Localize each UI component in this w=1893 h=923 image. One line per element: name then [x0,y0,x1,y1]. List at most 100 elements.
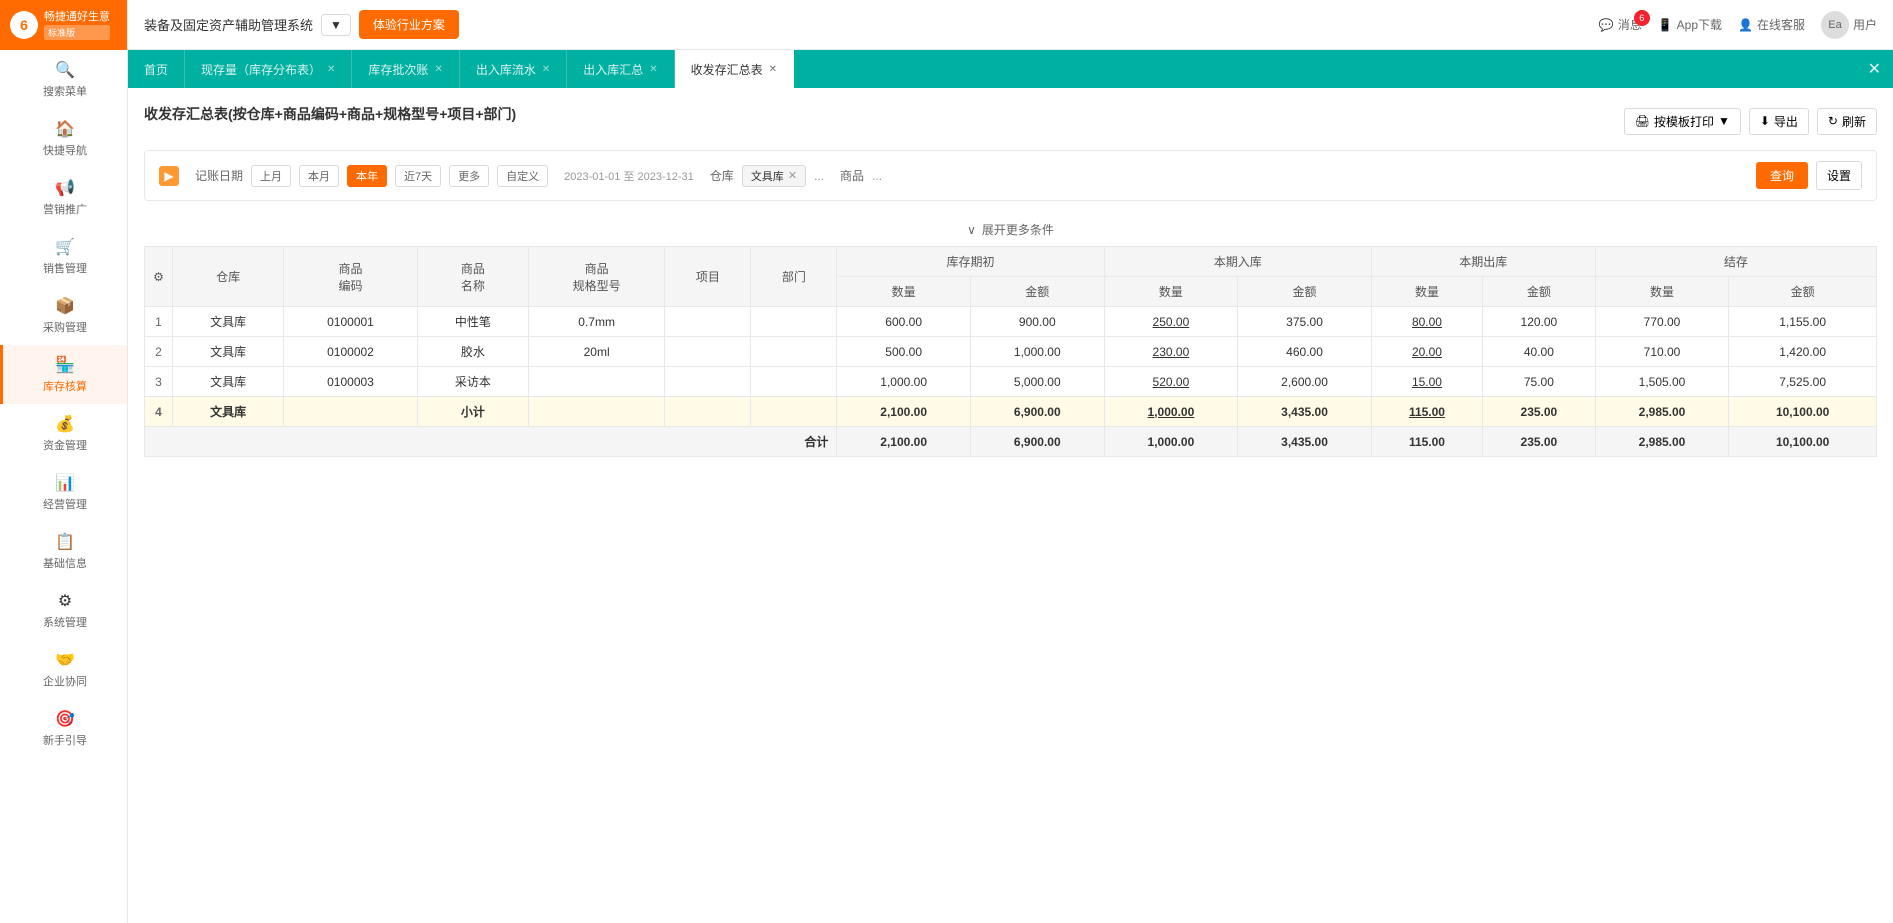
sidebar-item-marketing[interactable]: 📢 营销推广 [0,168,127,227]
export-btn[interactable]: ⬇ 导出 [1749,108,1809,135]
th-opening: 库存期初 [837,247,1104,277]
total-out-qty: 115.00 [1371,427,1482,457]
tab-inout-flow-close[interactable]: ✕ [542,64,550,75]
expand-label: 展开更多条件 [982,221,1054,238]
goods-dots[interactable]: ... [872,169,882,183]
user-action[interactable]: Ea 用户 [1821,11,1877,39]
filter-collapse-btn[interactable]: ▶ [159,166,179,186]
custom-btn[interactable]: 自定义 [497,165,548,187]
settings-btn[interactable]: 设置 [1816,161,1862,190]
tab-batch-close[interactable]: ✕ [434,64,442,75]
row-opening-qty: 1,000.00 [837,367,971,397]
tab-inventory-close[interactable]: ✕ [327,64,335,75]
tab-batch[interactable]: 库存批次账 ✕ [352,50,459,88]
tab-inout-summary-close[interactable]: ✕ [649,64,657,75]
avatar: Ea [1821,11,1849,39]
export-label: 导出 [1774,113,1798,130]
row-balance-qty: 770.00 [1595,307,1729,337]
row-goods-code: 0100002 [284,337,418,367]
row-out-qty[interactable]: 80.00 [1371,307,1482,337]
row-opening-amount: 900.00 [970,307,1104,337]
sidebar-item-sales[interactable]: 🛒 销售管理 [0,227,127,286]
tab-receipt-summary[interactable]: 收发存汇总表 ✕ [675,50,794,88]
th-opening-amount: 金额 [970,277,1104,307]
row-in-qty[interactable]: 250.00 [1104,307,1238,337]
th-balance-amount: 金额 [1729,277,1877,307]
user-label: 用户 [1853,16,1877,33]
warehouse-tag: 文具库 ✕ [742,165,806,187]
this-year-btn[interactable]: 本年 [347,165,387,187]
online-service-action[interactable]: 👤 在线客服 [1738,16,1805,33]
query-btn[interactable]: 查询 [1756,162,1808,189]
inventory-icon: 🏪 [55,355,75,375]
row-in-amount: 2,600.00 [1238,367,1372,397]
tab-home[interactable]: 首页 [128,50,185,88]
th-balance: 结存 [1595,247,1876,277]
sidebar-item-search[interactable]: 🔍 搜索菜单 [0,50,127,109]
last7-btn[interactable]: 近7天 [395,165,441,187]
sidebar-item-operation[interactable]: 📊 经营管理 [0,463,127,522]
th-settings[interactable]: ⚙ [145,247,173,307]
content-area: 收发存汇总表(按仓库+商品编码+商品+规格型号+项目+部门) 🖨 按模板打印 ▼… [128,88,1893,923]
sidebar-item-system[interactable]: ⚙ 系统管理 [0,581,127,640]
row-balance-qty: 1,505.00 [1595,367,1729,397]
sidebar-item-quick-nav[interactable]: 🏠 快捷导航 [0,109,127,168]
warehouse-filter-label: 仓库 [710,167,734,184]
row-in-qty[interactable]: 230.00 [1104,337,1238,367]
total-row: 合计 2,100.00 6,900.00 1,000.00 3,435.00 1… [145,427,1877,457]
last-month-btn[interactable]: 上月 [251,165,291,187]
tab-inventory[interactable]: 现存量（库存分布表） ✕ [185,50,352,88]
sidebar-item-inventory[interactable]: 🏪 库存核算 [0,345,127,404]
row-opening-qty: 500.00 [837,337,971,367]
sidebar-logo[interactable]: 6 畅捷通好生意 标准版 [0,0,127,50]
sidebar-item-label: 经营管理 [43,496,87,512]
subtotal-goods-code [284,397,418,427]
sidebar-item-enterprise[interactable]: 🤝 企业协同 [0,640,127,699]
tab-home-label: 首页 [144,61,168,78]
tab-receipt-summary-label: 收发存汇总表 [691,61,763,78]
total-balance-qty: 2,985.00 [1595,427,1729,457]
row-department [751,337,837,367]
th-in-amount: 金额 [1238,277,1372,307]
subtotal-out-qty[interactable]: 115.00 [1371,397,1482,427]
sidebar-item-finance[interactable]: 💰 资金管理 [0,404,127,463]
tab-inout-summary[interactable]: 出入库汇总 ✕ [567,50,674,88]
th-out-qty: 数量 [1371,277,1482,307]
row-in-qty[interactable]: 520.00 [1104,367,1238,397]
operation-icon: 📊 [55,473,75,493]
system-dropdown[interactable]: ▼ [321,14,351,36]
home-icon: 🏠 [55,119,75,139]
tabs-close-all[interactable]: ✕ [1856,59,1893,79]
tab-inout-flow[interactable]: 出入库流水 ✕ [460,50,567,88]
expand-more-row[interactable]: ∨ 展开更多条件 [144,213,1877,246]
tab-receipt-summary-close[interactable]: ✕ [769,64,777,75]
purchase-icon: 📦 [55,296,75,316]
app-download-action[interactable]: 📱 App下载 [1658,16,1722,33]
row-out-amount: 40.00 [1483,337,1596,367]
refresh-btn[interactable]: ↻ 刷新 [1817,108,1877,135]
th-in-qty: 数量 [1104,277,1238,307]
warehouse-dots[interactable]: ... [814,169,824,183]
sidebar-item-label: 资金管理 [43,437,87,453]
row-out-qty[interactable]: 20.00 [1371,337,1482,367]
th-goods-spec: 商品规格型号 [528,247,664,307]
sidebar-item-label: 营销推广 [43,201,87,217]
tab-batch-label: 库存批次账 [368,61,428,78]
export-icon: ⬇ [1760,114,1770,128]
date-filter-section: 记账日期 上月 本月 本年 近7天 更多 自定义 [195,165,548,187]
row-out-qty[interactable]: 15.00 [1371,367,1482,397]
sidebar-item-purchase[interactable]: 📦 采购管理 [0,286,127,345]
subtotal-in-qty[interactable]: 1,000.00 [1104,397,1238,427]
row-goods-name: 胶水 [417,337,528,367]
warehouse-tag-close[interactable]: ✕ [788,169,797,182]
messages-action[interactable]: 💬 消息 6 [1599,16,1642,33]
sidebar-item-guide[interactable]: 🎯 新手引导 [0,699,127,758]
experience-btn[interactable]: 体验行业方案 [359,10,459,39]
row-balance-amount: 1,420.00 [1729,337,1877,367]
row-opening-qty: 600.00 [837,307,971,337]
print-btn[interactable]: 🖨 按模板打印 ▼ [1624,108,1741,135]
this-month-btn[interactable]: 本月 [299,165,339,187]
more-btn[interactable]: 更多 [449,165,489,187]
sidebar-item-basic[interactable]: 📋 基础信息 [0,522,127,581]
top-bar: 装备及固定资产辅助管理系统 ▼ 体验行业方案 💬 消息 6 📱 App下载 👤 [128,0,1893,50]
